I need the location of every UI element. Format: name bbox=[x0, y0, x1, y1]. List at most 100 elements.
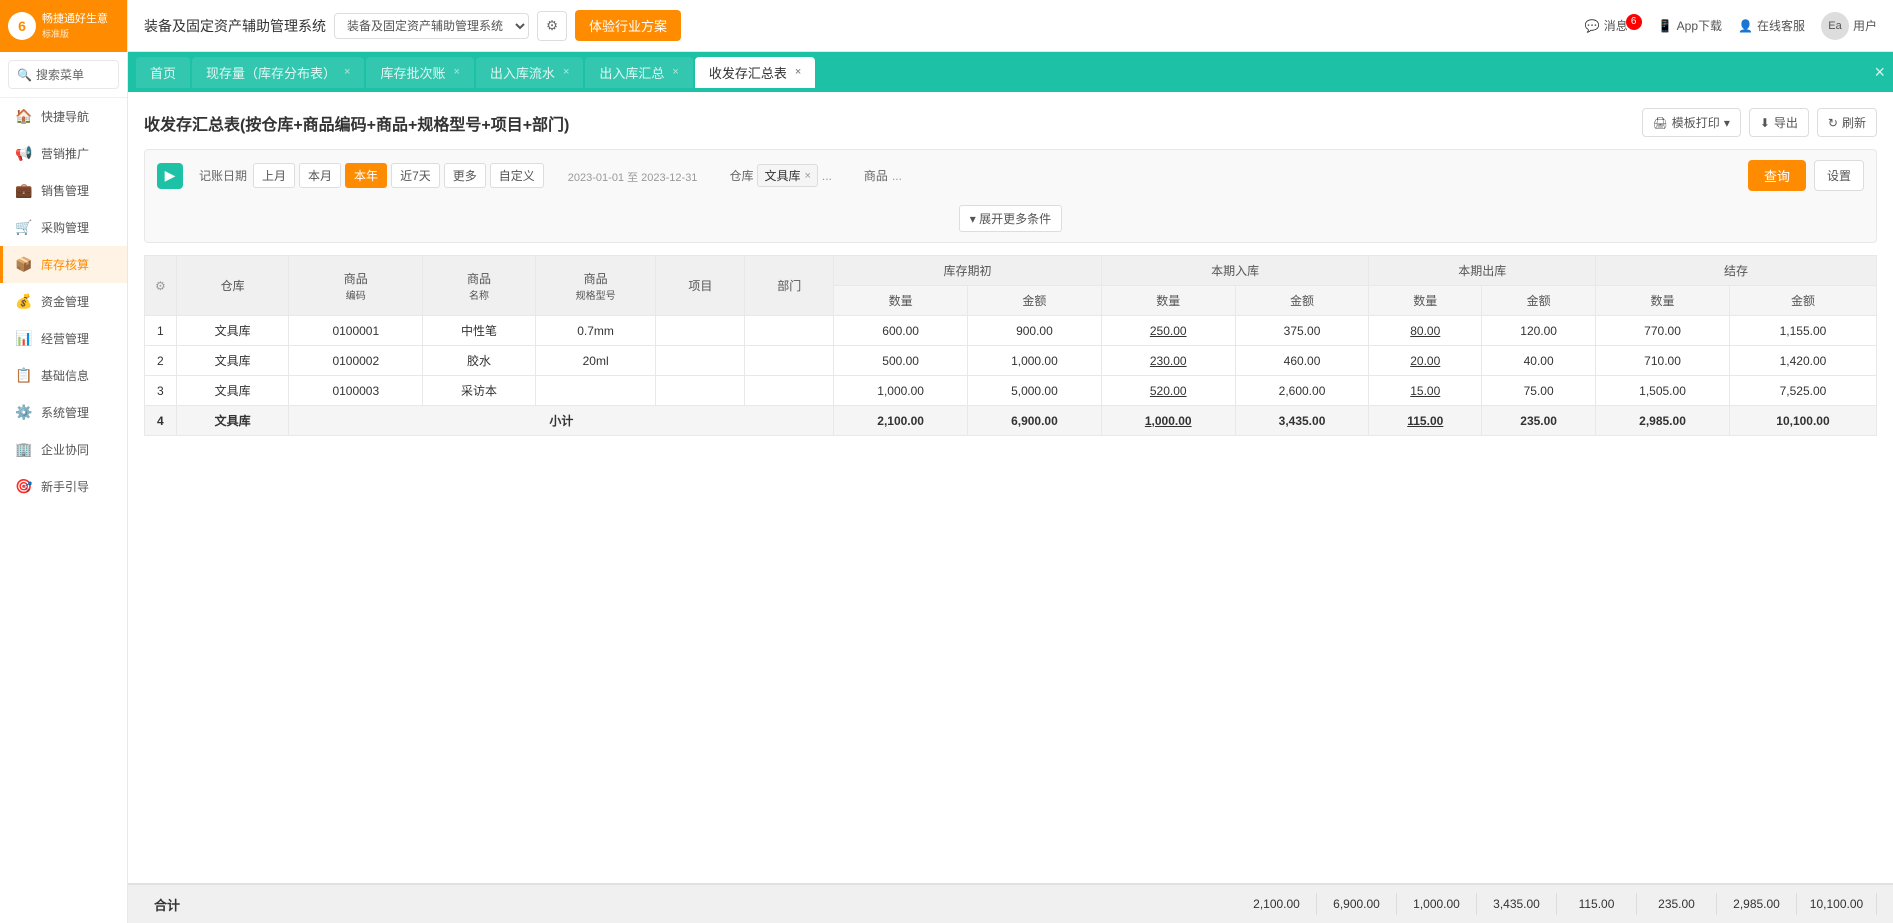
sidebar-item-inventory[interactable]: 📦 库存核算 bbox=[0, 246, 127, 283]
purchase-icon: 🛒 bbox=[15, 219, 33, 236]
cell-opening-amt: 900.00 bbox=[968, 316, 1102, 346]
print-button[interactable]: 🖨 模板打印 ▾ bbox=[1642, 108, 1741, 137]
print-icon: 🖨 bbox=[1653, 116, 1668, 130]
newbie-icon: 🎯 bbox=[15, 478, 33, 495]
tab-batch-accounts[interactable]: 库存批次账 × bbox=[366, 57, 473, 88]
date-this-month-btn[interactable]: 本月 bbox=[299, 163, 341, 188]
footer-out-qty: 115.00 bbox=[1557, 893, 1637, 915]
sidebar-item-finance[interactable]: 💰 资金管理 bbox=[0, 283, 127, 320]
cell-warehouse: 文具库 bbox=[176, 376, 289, 406]
cell-warehouse: 文具库 bbox=[176, 316, 289, 346]
warehouse-more-btn[interactable]: ... bbox=[822, 169, 832, 183]
online-service-item[interactable]: 👤 在线客服 bbox=[1738, 17, 1805, 34]
cell-balance-qty: 710.00 bbox=[1596, 346, 1730, 376]
sidebar-item-purchase[interactable]: 🛒 采购管理 bbox=[0, 209, 127, 246]
col-goods-spec-header: 商品规格型号 bbox=[535, 256, 656, 316]
date-7days-btn[interactable]: 近7天 bbox=[391, 163, 440, 188]
sidebar-item-label: 资金管理 bbox=[41, 293, 89, 310]
filter-row-main: ▶ 记账日期 上月 本月 本年 近7天 更多 自定义 2023-0 bbox=[157, 160, 1864, 191]
tab-home[interactable]: 首页 bbox=[136, 57, 190, 88]
table-row: 2 文具库 0100002 胶水 20ml 500.00 1,000.00 23… bbox=[145, 346, 1877, 376]
operations-icon: 📊 bbox=[15, 330, 33, 347]
sidebar-item-marketing[interactable]: 📢 营销推广 bbox=[0, 135, 127, 172]
table-row: 1 文具库 0100001 中性笔 0.7mm 600.00 900.00 25… bbox=[145, 316, 1877, 346]
goods-more-btn[interactable]: ... bbox=[892, 169, 902, 183]
col-warehouse-header: 仓库 bbox=[176, 256, 289, 316]
tab-inout-flow[interactable]: 出入库流水 × bbox=[476, 57, 583, 88]
sidebar-item-newbie[interactable]: 🎯 新手引导 bbox=[0, 468, 127, 505]
tabbar-close-all-button[interactable]: × bbox=[1874, 62, 1885, 83]
col-out-amt-header: 金额 bbox=[1482, 286, 1596, 316]
date-this-year-btn[interactable]: 本年 bbox=[345, 163, 387, 188]
tab-inventory-distribution[interactable]: 现存量（库存分布表） × bbox=[192, 57, 364, 88]
notification-badge: 6 bbox=[1626, 14, 1642, 30]
tab-receivable-summary-close[interactable]: × bbox=[795, 66, 801, 78]
cell-balance-qty: 1,505.00 bbox=[1596, 376, 1730, 406]
warehouse-tag-close[interactable]: × bbox=[804, 170, 810, 182]
sidebar-item-base-info[interactable]: 📋 基础信息 bbox=[0, 357, 127, 394]
cell-balance-amt: 7,525.00 bbox=[1729, 376, 1876, 406]
tab-inventory-distribution-close[interactable]: × bbox=[344, 66, 350, 78]
col-opening-header: 库存期初 bbox=[834, 256, 1102, 286]
sidebar-item-system[interactable]: ⚙️ 系统管理 bbox=[0, 394, 127, 431]
footer-balance-qty: 2,985.00 bbox=[1717, 893, 1797, 915]
cell-out-amt: 75.00 bbox=[1482, 376, 1596, 406]
tab-batch-accounts-close[interactable]: × bbox=[453, 66, 459, 78]
query-button[interactable]: 查询 bbox=[1748, 160, 1806, 191]
main-area: 装备及固定资产辅助管理系统 装备及固定资产辅助管理系统 ⚙ 体验行业方案 💬 消… bbox=[128, 0, 1893, 923]
search-menu-button[interactable]: 🔍 搜索菜单 bbox=[8, 60, 119, 89]
sidebar-item-sales[interactable]: 💼 销售管理 bbox=[0, 172, 127, 209]
export-button[interactable]: ⬇ 导出 bbox=[1749, 108, 1809, 137]
footer-opening-qty: 2,100.00 bbox=[1237, 893, 1317, 915]
topbar-settings-button[interactable]: ⚙ bbox=[537, 11, 567, 41]
settings-button[interactable]: 设置 bbox=[1814, 160, 1864, 191]
page-title: 收发存汇总表(按仓库+商品编码+商品+规格型号+项目+部门) bbox=[144, 111, 569, 135]
date-more-btn[interactable]: 更多 bbox=[444, 163, 486, 188]
tab-inout-summary[interactable]: 出入库汇总 × bbox=[585, 57, 692, 88]
cell-balance-amt: 1,155.00 bbox=[1729, 316, 1876, 346]
trial-button[interactable]: 体验行业方案 bbox=[575, 10, 681, 41]
date-custom-btn[interactable]: 自定义 bbox=[490, 163, 544, 188]
sidebar-item-label: 经营管理 bbox=[41, 330, 89, 347]
col-balance-header: 结存 bbox=[1596, 256, 1877, 286]
system-select[interactable]: 装备及固定资产辅助管理系统 bbox=[334, 13, 529, 39]
tab-inout-summary-label: 出入库汇总 bbox=[599, 63, 664, 82]
tab-receivable-summary[interactable]: 收发存汇总表 × bbox=[695, 57, 815, 88]
warehouse-filter-group: 仓库 文具库 × ... bbox=[729, 164, 831, 187]
tab-home-label: 首页 bbox=[150, 63, 176, 82]
tab-inventory-distribution-label: 现存量（库存分布表） bbox=[206, 63, 336, 82]
sidebar-search-area: 🔍 搜索菜单 bbox=[0, 52, 127, 98]
footer-in-qty: 1,000.00 bbox=[1397, 893, 1477, 915]
app-download-item[interactable]: 📱 App下载 bbox=[1658, 17, 1722, 34]
subtotal-balance-qty: 2,985.00 bbox=[1596, 406, 1730, 436]
date-last-month-btn[interactable]: 上月 bbox=[253, 163, 295, 188]
tab-inout-summary-close[interactable]: × bbox=[672, 66, 678, 78]
expand-filter-button[interactable]: ▾ 展开更多条件 bbox=[959, 205, 1062, 232]
filter-toggle-button[interactable]: ▶ bbox=[157, 163, 183, 189]
page-footer: 合计 2,100.00 6,900.00 1,000.00 3,435.00 1… bbox=[128, 883, 1893, 923]
cell-project bbox=[656, 346, 745, 376]
col-goods-code-header: 商品编码 bbox=[289, 256, 423, 316]
tab-inout-flow-close[interactable]: × bbox=[563, 66, 569, 78]
cell-project bbox=[656, 376, 745, 406]
refresh-button[interactable]: ↻ 刷新 bbox=[1817, 108, 1877, 137]
sidebar-item-enterprise[interactable]: 🏢 企业协同 bbox=[0, 431, 127, 468]
col-settings-header: ⚙ bbox=[145, 256, 177, 316]
col-department-header: 部门 bbox=[745, 256, 834, 316]
notification-label: 消息 bbox=[1604, 17, 1628, 34]
cell-out-amt: 40.00 bbox=[1482, 346, 1596, 376]
page-inner: 收发存汇总表(按仓库+商品编码+商品+规格型号+项目+部门) 🖨 模板打印 ▾ … bbox=[128, 92, 1893, 883]
date-filter-group: 记账日期 上月 本月 本年 近7天 更多 自定义 bbox=[199, 163, 544, 188]
sidebar-item-quick-nav[interactable]: 🏠 快捷导航 bbox=[0, 98, 127, 135]
col-out-qty-header: 数量 bbox=[1369, 286, 1482, 316]
user-item[interactable]: Ea 用户 bbox=[1821, 12, 1877, 40]
cell-department bbox=[745, 316, 834, 346]
cell-balance-qty: 770.00 bbox=[1596, 316, 1730, 346]
sidebar-item-operations[interactable]: 📊 经营管理 bbox=[0, 320, 127, 357]
col-settings-gear-icon[interactable]: ⚙ bbox=[155, 279, 166, 293]
cell-in-amt: 2,600.00 bbox=[1235, 376, 1369, 406]
notification-item[interactable]: 💬 消息 6 bbox=[1585, 17, 1642, 34]
user-label: 用户 bbox=[1853, 17, 1877, 34]
col-in-header: 本期入库 bbox=[1101, 256, 1369, 286]
notification-icon: 💬 bbox=[1585, 19, 1600, 33]
